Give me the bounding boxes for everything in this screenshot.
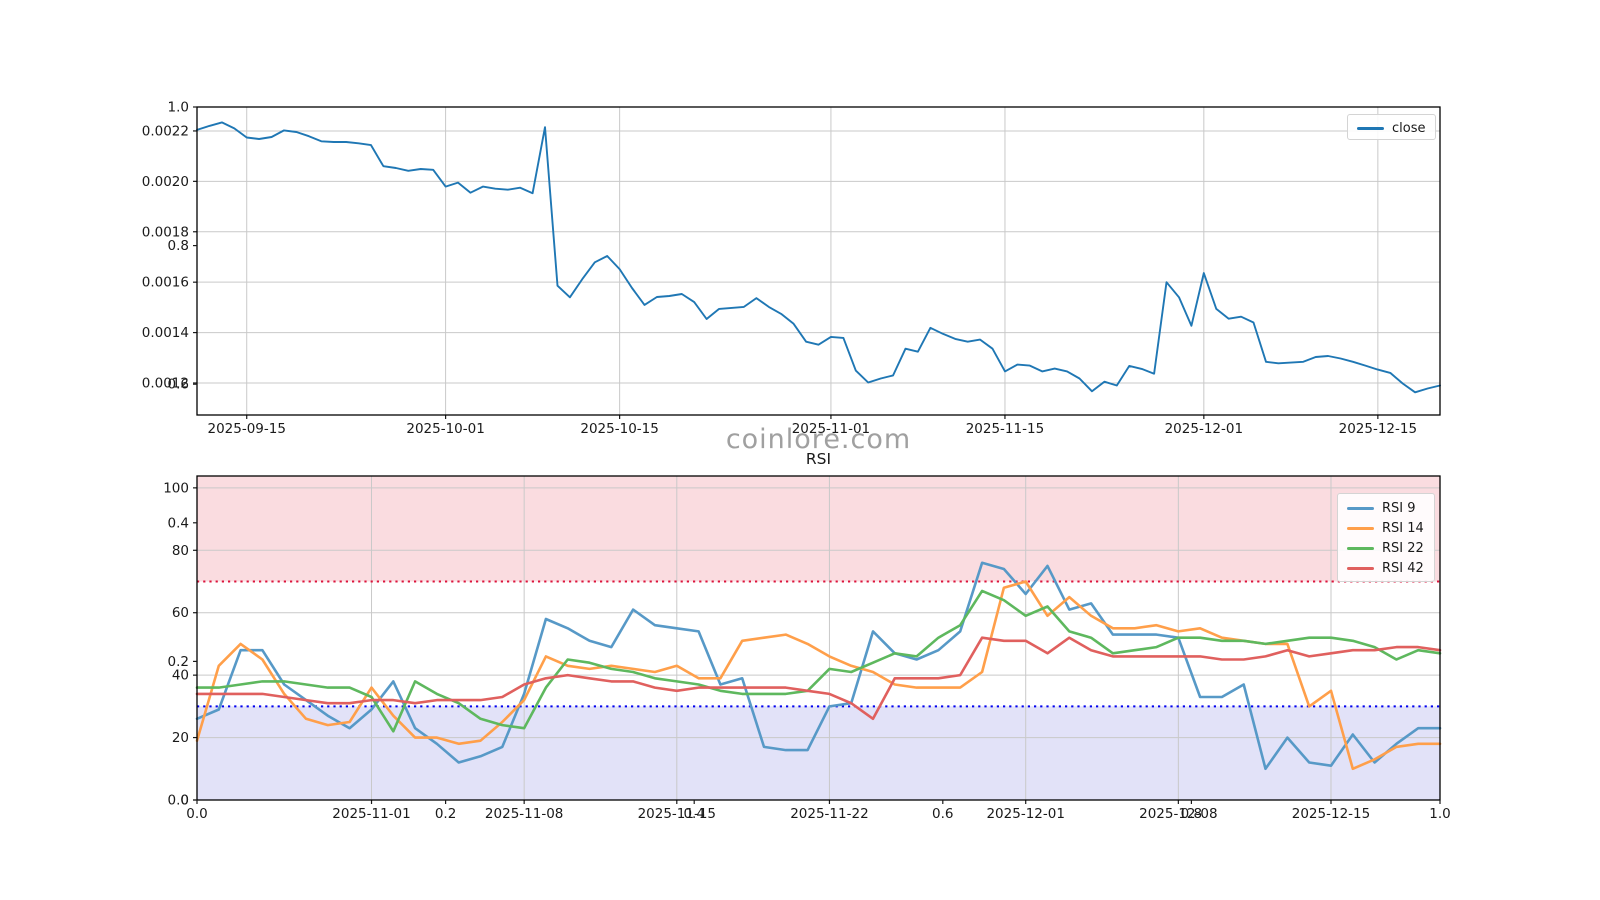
overlay-x-tick-label: 1.0 bbox=[1429, 806, 1450, 822]
rsi42-line-sample bbox=[1347, 567, 1374, 570]
overlay-x-tick-label: 0.6 bbox=[932, 806, 953, 822]
price-legend: close bbox=[1347, 114, 1436, 140]
overlay-y-tick-label: 1.0 bbox=[168, 100, 189, 116]
rsi-chart-title: RSI bbox=[805, 450, 832, 468]
legend-item-rsi9: RSI 9 bbox=[1347, 499, 1425, 518]
rsi22-line-sample bbox=[1347, 547, 1374, 550]
x-tick-label: 2025-12-01 bbox=[986, 806, 1064, 822]
overlay-x-tick-label: 0.2 bbox=[435, 806, 456, 822]
overlay-x-tick-label: 0.0 bbox=[186, 806, 207, 822]
close-line-sample bbox=[1357, 127, 1384, 130]
price-chart-border bbox=[196, 106, 1441, 416]
figure: 0.0022 0.0020 0.0018 0.0016 0.0014 0.0012 2025… bbox=[0, 0, 1600, 900]
y-tick-label: 0.0022 bbox=[142, 123, 189, 139]
y-tick-label: 80 bbox=[172, 543, 189, 559]
rsi9-line-sample bbox=[1347, 507, 1374, 510]
x-tick-label: 2025-11-01 bbox=[332, 806, 410, 822]
y-tick-label: 0.0020 bbox=[142, 174, 189, 190]
y-tick-label: 40 bbox=[172, 668, 189, 684]
legend-label-rsi14: RSI 14 bbox=[1382, 521, 1424, 536]
y-tick-label: 100 bbox=[163, 480, 189, 496]
legend-item-rsi14: RSI 14 bbox=[1347, 519, 1425, 538]
y-tick-label: 0.0016 bbox=[142, 275, 189, 291]
x-tick-label: 2025-11-08 bbox=[485, 806, 563, 822]
overlay-x-tick-label: 0.4 bbox=[683, 806, 704, 822]
legend-label-rsi9: RSI 9 bbox=[1382, 501, 1416, 516]
legend-label-rsi42: RSI 42 bbox=[1382, 561, 1424, 576]
overlay-y-tick-label: 0.2 bbox=[168, 654, 189, 670]
legend-item-rsi22: RSI 22 bbox=[1347, 539, 1425, 558]
overlay-y-tick-label: 0.6 bbox=[168, 377, 189, 393]
legend-item-close: close bbox=[1357, 119, 1426, 138]
overlay-y-tick-label: 0.4 bbox=[168, 515, 189, 531]
rsi14-line-sample bbox=[1347, 527, 1374, 530]
y-tick-label: 20 bbox=[172, 730, 189, 746]
legend-label-rsi22: RSI 22 bbox=[1382, 541, 1424, 556]
overlay-y-tick-label: 0.8 bbox=[168, 238, 189, 254]
overbought-band bbox=[197, 476, 1440, 582]
x-tick-label: 2025-12-08 bbox=[1139, 806, 1217, 822]
legend-item-rsi42: RSI 42 bbox=[1347, 559, 1425, 578]
overlay-x-tick-label: 0.8 bbox=[1181, 806, 1202, 822]
y-tick-label: 0.0014 bbox=[142, 325, 189, 341]
x-tick-label: 2025-11-22 bbox=[790, 806, 868, 822]
y-tick-label: 60 bbox=[172, 605, 189, 621]
legend-label-close: close bbox=[1392, 121, 1426, 136]
x-tick-label: 2025-12-15 bbox=[1292, 806, 1370, 822]
rsi-legend: RSI 9 RSI 14 RSI 22 RSI 42 bbox=[1337, 493, 1435, 582]
close-line bbox=[196, 121, 1441, 394]
